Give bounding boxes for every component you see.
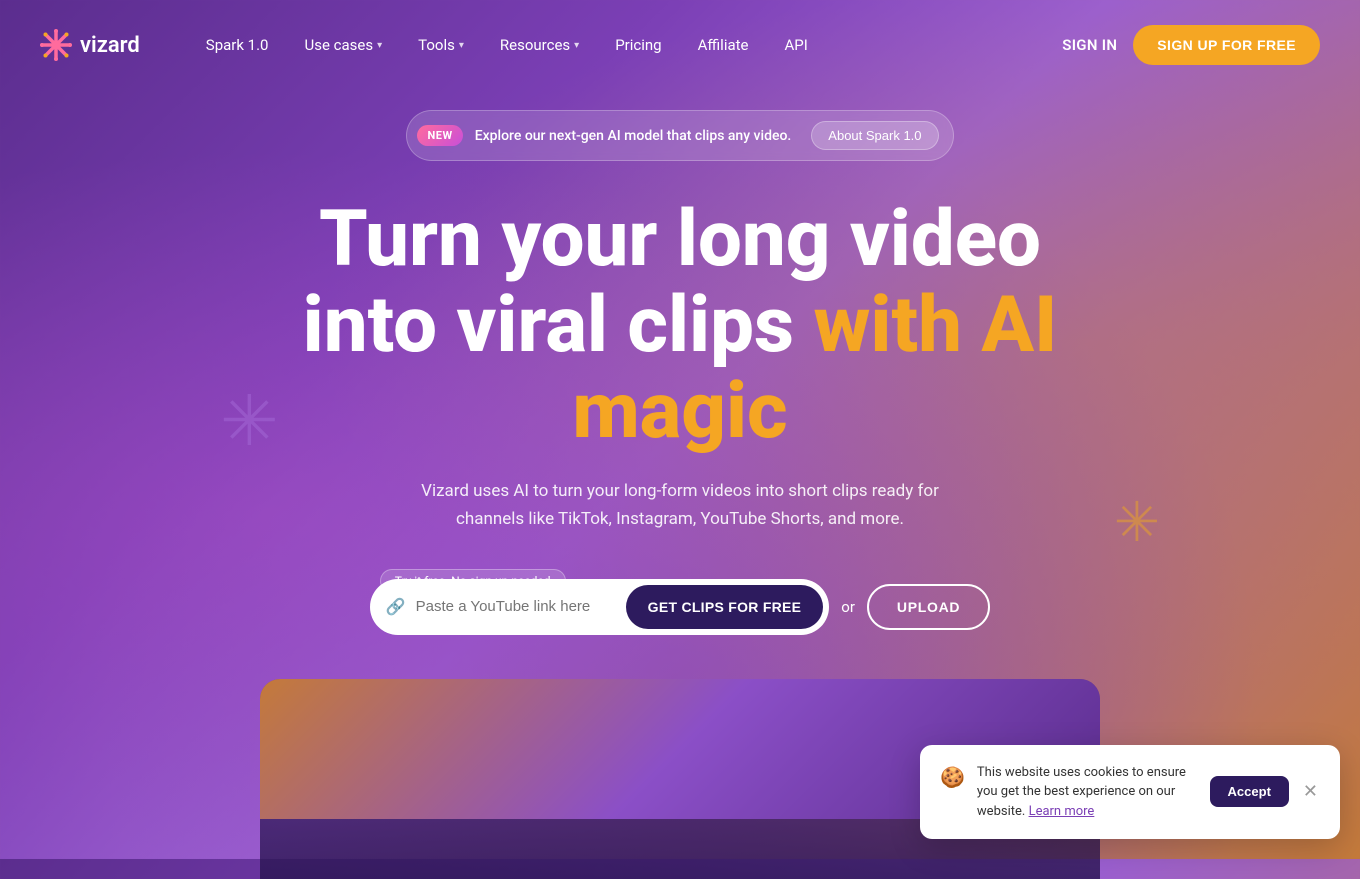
sign-up-button[interactable]: SIGN UP FOR FREE xyxy=(1133,25,1320,65)
cookie-banner: 🍪 This website uses cookies to ensure yo… xyxy=(920,745,1340,840)
youtube-url-input[interactable] xyxy=(416,598,616,615)
nav-right: SIGN IN SIGN UP FOR FREE xyxy=(1062,25,1320,65)
learn-more-link[interactable]: Learn more xyxy=(1029,804,1095,819)
cookie-accept-button[interactable]: Accept xyxy=(1210,776,1289,807)
chevron-down-icon: ▾ xyxy=(459,40,464,51)
logo-text: vizard xyxy=(80,33,140,58)
nav-spark[interactable]: Spark 1.0 xyxy=(190,28,285,62)
nav-resources[interactable]: Resources ▾ xyxy=(484,28,595,62)
cookie-message: This website uses cookies to ensure you … xyxy=(977,763,1198,822)
hero-subtitle: Vizard uses AI to turn your long-form vi… xyxy=(410,478,950,532)
announcement-text: Explore our next-gen AI model that clips… xyxy=(475,128,792,144)
nav-affiliate[interactable]: Affiliate xyxy=(682,28,765,62)
cookie-icon: 🍪 xyxy=(940,765,965,789)
cookie-close-button[interactable]: ✕ xyxy=(1301,781,1320,803)
try-free-label: Try it free. No sign up needed xyxy=(380,569,566,593)
cta-area: Try it free. No sign up needed 🔗 GET CLI… xyxy=(370,569,990,635)
announcement-banner: NEW Explore our next-gen AI model that c… xyxy=(406,110,953,161)
chevron-down-icon: ▾ xyxy=(574,40,579,51)
sign-in-link[interactable]: SIGN IN xyxy=(1062,36,1117,54)
new-badge: NEW xyxy=(417,125,462,146)
about-spark-button[interactable]: About Spark 1.0 xyxy=(811,121,938,150)
get-clips-button[interactable]: GET CLIPS FOR FREE xyxy=(626,585,824,629)
nav-api[interactable]: API xyxy=(769,28,824,62)
hero-title: Turn your long video into viral clips wi… xyxy=(303,197,1058,454)
logo[interactable]: vizard xyxy=(40,29,140,61)
nav-pricing[interactable]: Pricing xyxy=(599,28,677,62)
nav-tools[interactable]: Tools ▾ xyxy=(402,28,480,62)
nav-items: Spark 1.0 Use cases ▾ Tools ▾ Resources … xyxy=(190,28,1052,62)
logo-icon xyxy=(40,29,72,61)
chevron-down-icon: ▾ xyxy=(377,40,382,51)
or-separator: or xyxy=(841,598,855,616)
nav-use-cases[interactable]: Use cases ▾ xyxy=(289,28,399,62)
hero-section: NEW Explore our next-gen AI model that c… xyxy=(0,90,1360,635)
link-icon: 🔗 xyxy=(386,597,406,616)
navbar: vizard Spark 1.0 Use cases ▾ Tools ▾ Res… xyxy=(0,0,1360,90)
upload-button[interactable]: UPLOAD xyxy=(867,584,990,630)
